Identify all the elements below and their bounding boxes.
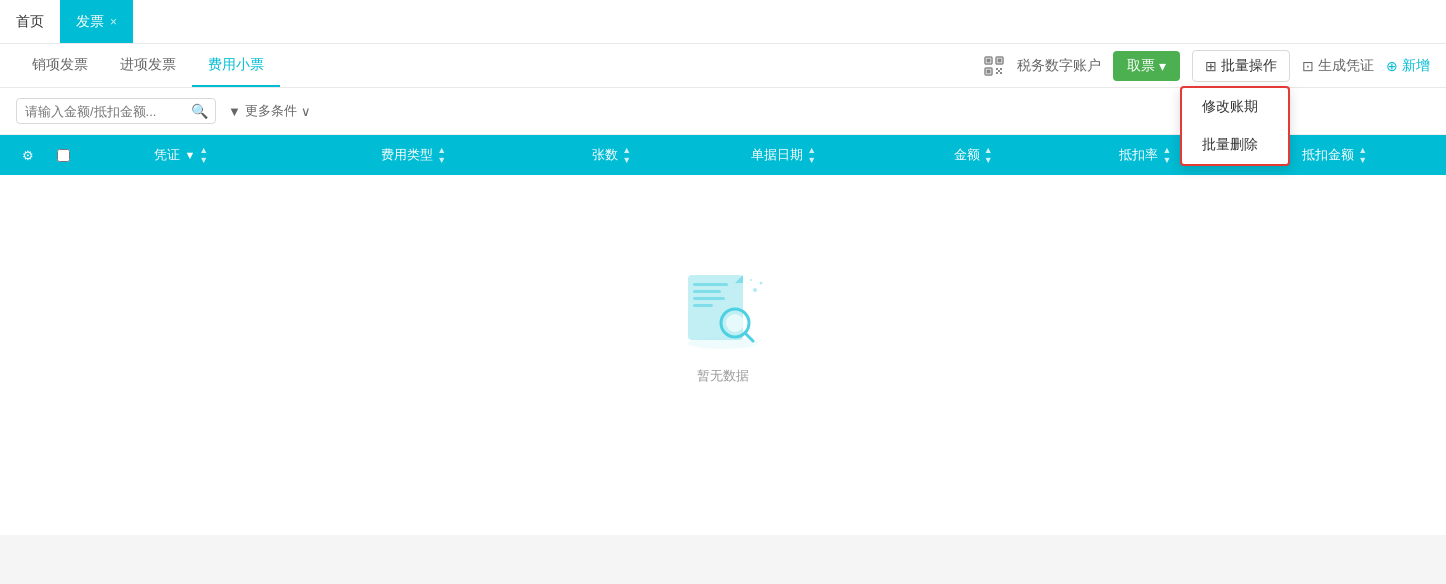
batch-ops-container: ⊞ 批量操作 修改账期 批量删除 — [1192, 50, 1290, 82]
th-count-sort[interactable]: ▲▼ — [622, 146, 631, 165]
svg-rect-8 — [996, 72, 998, 74]
th-voucher-sort[interactable]: ▲▼ — [199, 146, 208, 165]
th-expense-type-sort[interactable]: ▲▼ — [437, 146, 446, 165]
search-input[interactable] — [25, 104, 185, 119]
th-checkbox[interactable] — [48, 149, 78, 162]
empty-state-illustration — [663, 255, 783, 355]
nav-tab-invoice-label: 发票 — [76, 13, 104, 31]
th-date-sort[interactable]: ▲▼ — [807, 146, 816, 165]
svg-rect-13 — [693, 283, 728, 286]
th-amount: 金额 ▲▼ — [887, 146, 1059, 165]
th-count: 张数 ▲▼ — [543, 146, 681, 165]
svg-rect-9 — [1000, 72, 1002, 74]
nav-tab-close-icon[interactable]: × — [110, 15, 117, 29]
svg-point-20 — [753, 288, 757, 292]
th-gear[interactable]: ⚙ — [8, 148, 48, 163]
th-amount-sort[interactable]: ▲▼ — [984, 146, 993, 165]
svg-rect-10 — [998, 70, 1000, 72]
add-new-button[interactable]: ⊕ 新增 — [1386, 57, 1430, 75]
empty-state: 暂无数据 — [0, 175, 1446, 425]
qr-code-button[interactable] — [983, 55, 1005, 77]
svg-rect-14 — [693, 290, 721, 293]
tab-sales-invoice[interactable]: 销项发票 — [16, 44, 104, 87]
gear-icon: ⚙ — [22, 148, 34, 163]
th-date: 单据日期 ▲▼ — [681, 146, 888, 165]
content-area: ⚙ 凭证 ▼ ▲▼ 费用类型 ▲▼ 张数 ▲▼ 单据日期 ▲▼ 金额 ▲▼ 抵扣… — [0, 135, 1446, 535]
batch-ops-icon: ⊞ — [1205, 58, 1217, 74]
empty-state-label: 暂无数据 — [697, 367, 749, 385]
svg-rect-5 — [987, 69, 991, 73]
select-all-checkbox[interactable] — [57, 149, 70, 162]
th-deduct-rate-sort[interactable]: ▲▼ — [1162, 146, 1171, 165]
batch-ops-dropdown: 修改账期 批量删除 — [1180, 86, 1290, 166]
take-ticket-button[interactable]: 取票 ▾ — [1113, 51, 1180, 81]
dropdown-item-modify-period[interactable]: 修改账期 — [1182, 88, 1288, 126]
th-deduct-amount-sort[interactable]: ▲▼ — [1358, 146, 1367, 165]
dropdown-item-batch-delete[interactable]: 批量删除 — [1182, 126, 1288, 164]
generate-voucher-icon: ⊡ — [1302, 58, 1314, 74]
svg-rect-1 — [987, 58, 991, 62]
more-conditions-arrow-icon: ∨ — [301, 104, 311, 119]
svg-point-21 — [760, 282, 763, 285]
filter-icon: ▼ — [228, 104, 241, 119]
qr-icon — [983, 55, 1005, 77]
add-new-icon: ⊕ — [1386, 58, 1398, 74]
svg-rect-15 — [693, 297, 725, 300]
search-icon: 🔍 — [191, 103, 208, 119]
tax-account-button[interactable]: 税务数字账户 — [1017, 57, 1101, 75]
svg-rect-3 — [998, 58, 1002, 62]
th-voucher-filter-icon[interactable]: ▼ — [184, 149, 195, 161]
sub-tabs-left: 销项发票 进项发票 费用小票 — [16, 44, 280, 87]
svg-rect-6 — [996, 68, 998, 70]
search-input-wrap[interactable]: 🔍 — [16, 98, 216, 124]
top-nav: 首页 发票 × — [0, 0, 1446, 44]
more-conditions-button[interactable]: ▼ 更多条件 ∨ — [228, 102, 311, 120]
svg-point-18 — [726, 314, 744, 332]
sub-tabs-right: 税务数字账户 取票 ▾ ⊞ 批量操作 修改账期 批量删除 ⊡ 生成凭证 ⊕ 新增 — [983, 50, 1430, 82]
svg-point-22 — [750, 279, 752, 281]
th-expense-type: 费用类型 ▲▼ — [285, 146, 543, 165]
tab-expense-ticket[interactable]: 费用小票 — [192, 44, 280, 87]
sub-tabs-bar: 销项发票 进项发票 费用小票 税务数字账户 — [0, 44, 1446, 88]
svg-rect-16 — [693, 304, 713, 307]
svg-rect-7 — [1000, 68, 1002, 70]
nav-tab-invoice[interactable]: 发票 × — [60, 0, 133, 43]
tab-purchase-invoice[interactable]: 进项发票 — [104, 44, 192, 87]
generate-voucher-button[interactable]: ⊡ 生成凭证 — [1302, 57, 1374, 75]
batch-ops-button[interactable]: ⊞ 批量操作 — [1192, 50, 1290, 82]
th-voucher: 凭证 ▼ ▲▼ — [78, 146, 285, 165]
nav-home[interactable]: 首页 — [0, 0, 60, 43]
